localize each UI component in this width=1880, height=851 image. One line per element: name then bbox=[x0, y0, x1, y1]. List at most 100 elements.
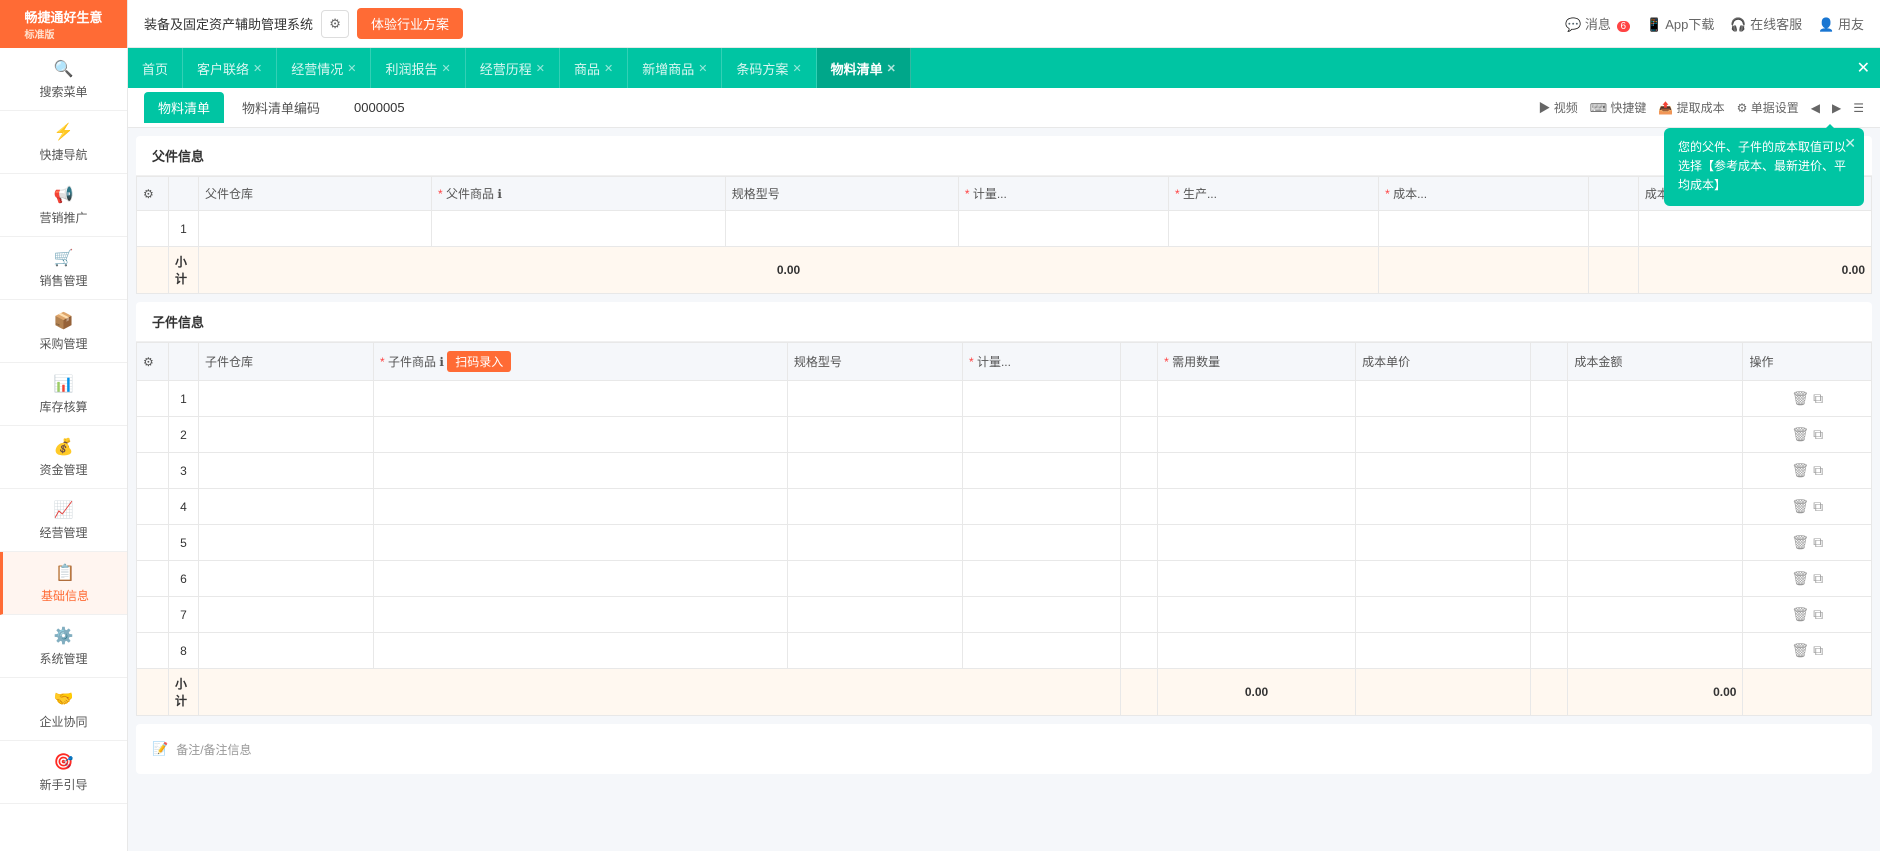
close-tab-4[interactable]: ✕ bbox=[536, 62, 545, 75]
delete-row-btn-3[interactable]: 🗑 bbox=[1791, 498, 1809, 515]
child-row-qty-1[interactable] bbox=[1158, 417, 1356, 453]
user-btn[interactable]: 👤 用友 bbox=[1818, 14, 1864, 33]
delete-row-btn-4[interactable]: 🗑 bbox=[1791, 534, 1809, 551]
child-row-unit-3[interactable] bbox=[962, 489, 1120, 525]
child-row-unit-2[interactable] bbox=[962, 453, 1120, 489]
sidebar-item-0[interactable]: 🔍搜索菜单 bbox=[0, 48, 127, 111]
child-row-warehouse-7[interactable] bbox=[199, 633, 374, 669]
child-row-product-4[interactable] bbox=[374, 525, 788, 561]
list-view-btn[interactable]: ☰ bbox=[1853, 101, 1864, 115]
video-btn[interactable]: ▶ 视频 bbox=[1538, 99, 1577, 116]
parent-row-product[interactable] bbox=[432, 211, 726, 247]
try-button[interactable]: 体验行业方案 bbox=[357, 8, 463, 39]
child-row-unit-5[interactable] bbox=[962, 561, 1120, 597]
child-row-spec-2[interactable] bbox=[787, 453, 962, 489]
sidebar-item-10[interactable]: 🤝企业协同 bbox=[0, 678, 127, 741]
close-tab-6[interactable]: ✕ bbox=[698, 62, 707, 75]
child-row-unit-1[interactable] bbox=[962, 417, 1120, 453]
child-row-unitcost-0[interactable] bbox=[1356, 381, 1531, 417]
child-row-qty-0[interactable] bbox=[1158, 381, 1356, 417]
sidebar-item-11[interactable]: 🎯新手引导 bbox=[0, 741, 127, 804]
nav-tab-5[interactable]: 商品✕ bbox=[560, 48, 628, 88]
child-row-product-0[interactable] bbox=[374, 381, 788, 417]
child-row-unit-7[interactable] bbox=[962, 633, 1120, 669]
parent-row-produce[interactable] bbox=[1168, 211, 1378, 247]
sidebar-item-4[interactable]: 📦采购管理 bbox=[0, 300, 127, 363]
sidebar-item-1[interactable]: ⚡快捷导航 bbox=[0, 111, 127, 174]
child-row-warehouse-4[interactable] bbox=[199, 525, 374, 561]
delete-row-btn-6[interactable]: 🗑 bbox=[1791, 606, 1809, 623]
copy-row-btn-7[interactable]: ⧉ bbox=[1813, 642, 1823, 659]
child-row-product-5[interactable] bbox=[374, 561, 788, 597]
copy-row-btn-4[interactable]: ⧉ bbox=[1813, 534, 1823, 551]
nav-tab-7[interactable]: 条码方案✕ bbox=[722, 48, 816, 88]
nav-tab-0[interactable]: 首页 bbox=[128, 48, 183, 88]
parent-row-warehouse[interactable] bbox=[199, 211, 432, 247]
extract-cost-btn[interactable]: 📤 提取成本 bbox=[1658, 99, 1724, 116]
child-row-unitcost-3[interactable] bbox=[1356, 489, 1531, 525]
child-row-product-6[interactable] bbox=[374, 597, 788, 633]
child-row-spec-7[interactable] bbox=[787, 633, 962, 669]
child-row-qty-3[interactable] bbox=[1158, 489, 1356, 525]
tooltip-close-btn[interactable]: ✕ bbox=[1844, 132, 1856, 154]
app-download-btn[interactable]: 📱 App下载 bbox=[1646, 14, 1714, 33]
delete-row-btn-2[interactable]: 🗑 bbox=[1791, 462, 1809, 479]
child-row-warehouse-3[interactable] bbox=[199, 489, 374, 525]
close-tab-3[interactable]: ✕ bbox=[442, 62, 451, 75]
child-row-spec-6[interactable] bbox=[787, 597, 962, 633]
child-row-qty-6[interactable] bbox=[1158, 597, 1356, 633]
child-row-product-3[interactable] bbox=[374, 489, 788, 525]
child-row-spec-1[interactable] bbox=[787, 417, 962, 453]
scan-input-btn[interactable]: 扫码录入 bbox=[447, 351, 511, 372]
child-row-qty-7[interactable] bbox=[1158, 633, 1356, 669]
online-service-btn[interactable]: 🎧 在线客服 bbox=[1730, 14, 1802, 33]
nav-tab-6[interactable]: 新增商品✕ bbox=[628, 48, 722, 88]
sidebar-item-5[interactable]: 📊库存核算 bbox=[0, 363, 127, 426]
shortcut-btn[interactable]: ⌨ 快捷键 bbox=[1590, 99, 1647, 116]
gear-button[interactable]: ⚙ bbox=[321, 10, 349, 38]
delete-row-btn-1[interactable]: 🗑 bbox=[1791, 426, 1809, 443]
tab-bill-of-materials[interactable]: 物料清单 bbox=[144, 92, 224, 123]
child-row-product-2[interactable] bbox=[374, 453, 788, 489]
nav-tab-2[interactable]: 经营情况✕ bbox=[277, 48, 371, 88]
child-row-warehouse-6[interactable] bbox=[199, 597, 374, 633]
child-row-unit-6[interactable] bbox=[962, 597, 1120, 633]
child-row-unitcost-7[interactable] bbox=[1356, 633, 1531, 669]
close-tab-2[interactable]: ✕ bbox=[347, 62, 356, 75]
child-row-spec-4[interactable] bbox=[787, 525, 962, 561]
child-row-unitcost-5[interactable] bbox=[1356, 561, 1531, 597]
close-tab-7[interactable]: ✕ bbox=[792, 62, 801, 75]
child-row-qty-2[interactable] bbox=[1158, 453, 1356, 489]
nav-tab-3[interactable]: 利润报告✕ bbox=[371, 48, 465, 88]
child-row-warehouse-0[interactable] bbox=[199, 381, 374, 417]
child-row-unit-0[interactable] bbox=[962, 381, 1120, 417]
nav-tab-8[interactable]: 物料清单✕ bbox=[817, 48, 911, 88]
parent-row-spec[interactable] bbox=[725, 211, 958, 247]
sidebar-item-8[interactable]: 📋基础信息 bbox=[0, 552, 127, 615]
receipt-settings-btn[interactable]: ⚙ 单据设置 bbox=[1737, 99, 1799, 116]
copy-row-btn-1[interactable]: ⧉ bbox=[1813, 426, 1823, 443]
child-row-unitcost-2[interactable] bbox=[1356, 453, 1531, 489]
parent-row-cost[interactable] bbox=[1379, 211, 1589, 247]
copy-row-btn-0[interactable]: ⧉ bbox=[1813, 390, 1823, 407]
child-row-unitcost-1[interactable] bbox=[1356, 417, 1531, 453]
child-row-warehouse-2[interactable] bbox=[199, 453, 374, 489]
close-all-tabs[interactable]: ✕ bbox=[1847, 48, 1880, 88]
copy-row-btn-2[interactable]: ⧉ bbox=[1813, 462, 1823, 479]
copy-row-btn-5[interactable]: ⧉ bbox=[1813, 570, 1823, 587]
sidebar-item-2[interactable]: 📢营销推广 bbox=[0, 174, 127, 237]
child-row-qty-4[interactable] bbox=[1158, 525, 1356, 561]
message-btn[interactable]: 💬 消息 6 bbox=[1565, 14, 1630, 33]
tab-bill-code[interactable]: 物料清单编码 bbox=[228, 92, 334, 123]
nav-left-btn[interactable]: ◀ bbox=[1811, 101, 1820, 115]
delete-row-btn-5[interactable]: 🗑 bbox=[1791, 570, 1809, 587]
close-tab-1[interactable]: ✕ bbox=[253, 62, 262, 75]
child-row-spec-5[interactable] bbox=[787, 561, 962, 597]
child-row-spec-0[interactable] bbox=[787, 381, 962, 417]
close-tab-5[interactable]: ✕ bbox=[604, 62, 613, 75]
child-row-product-7[interactable] bbox=[374, 633, 788, 669]
delete-row-btn-7[interactable]: 🗑 bbox=[1791, 642, 1809, 659]
child-row-product-1[interactable] bbox=[374, 417, 788, 453]
child-row-qty-5[interactable] bbox=[1158, 561, 1356, 597]
parent-row-unit[interactable] bbox=[958, 211, 1168, 247]
